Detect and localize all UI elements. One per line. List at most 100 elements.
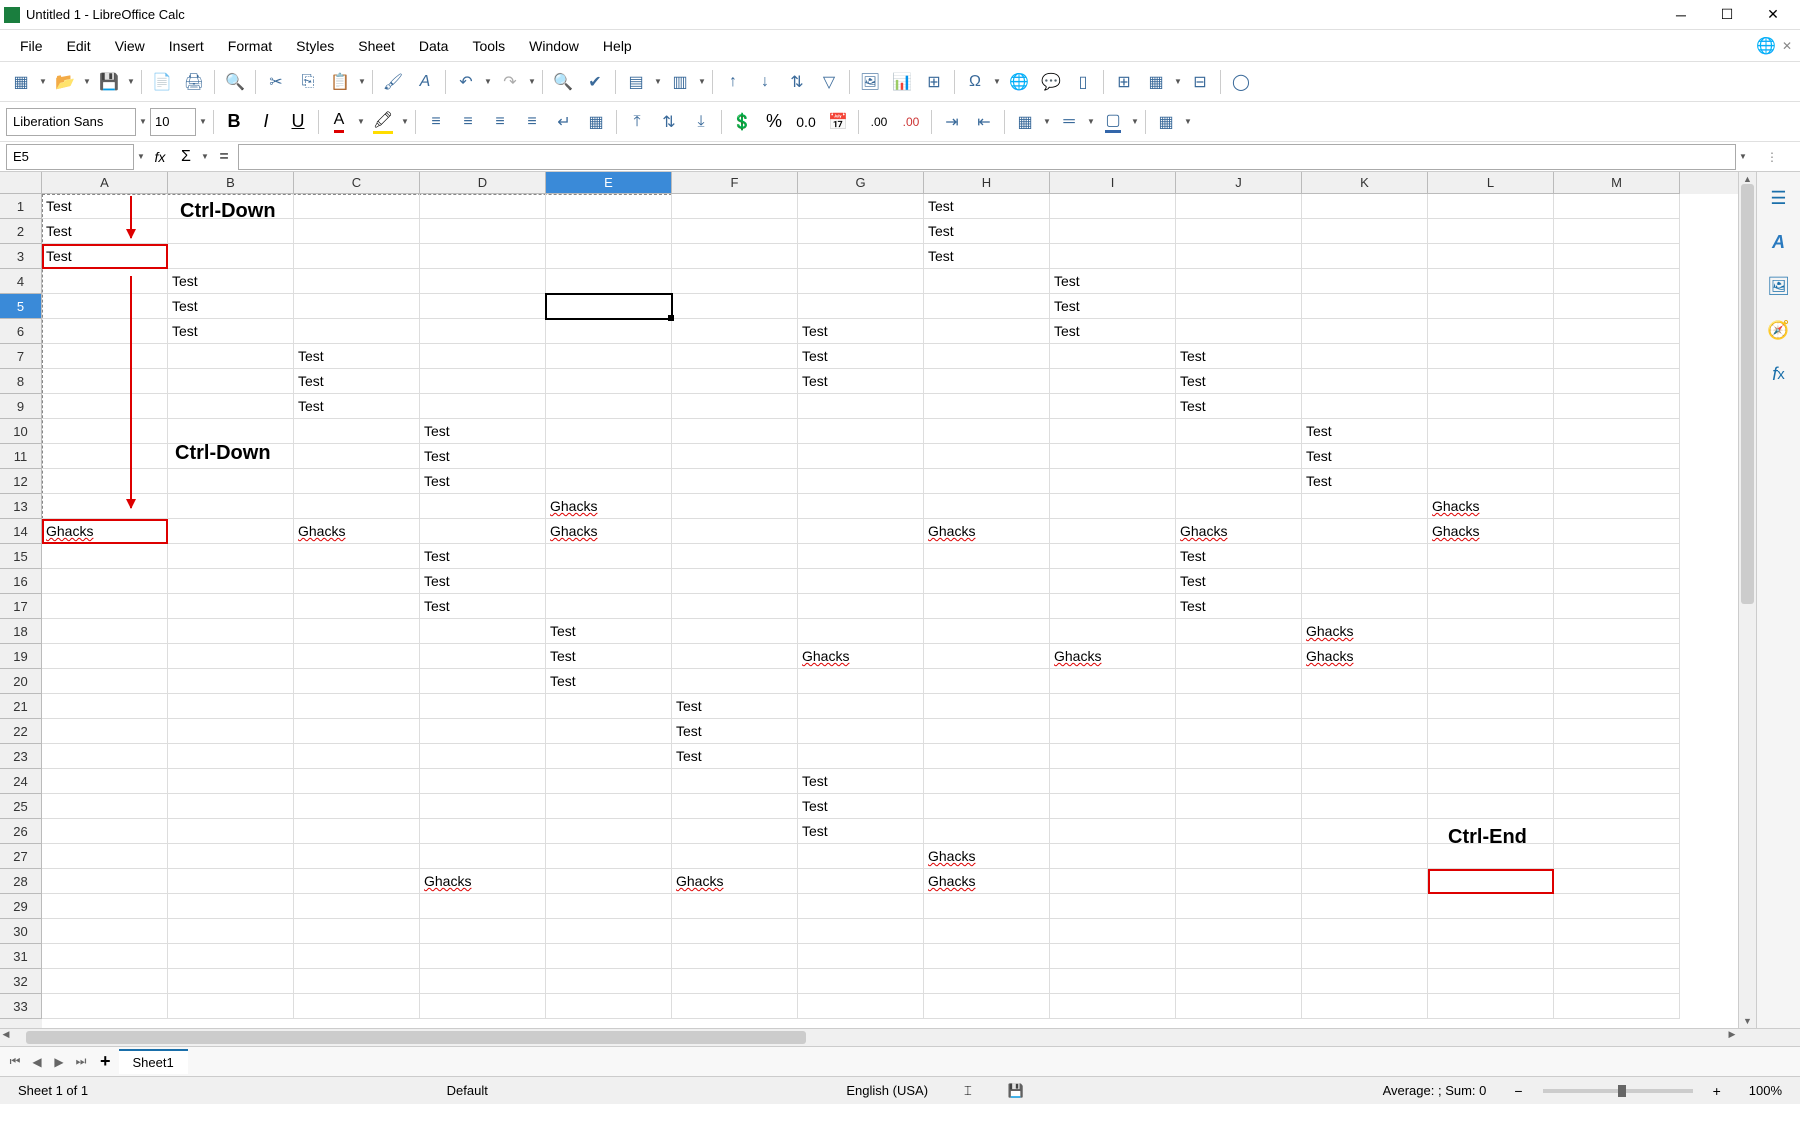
cell[interactable]	[546, 369, 672, 394]
cell[interactable]	[1302, 894, 1428, 919]
cell[interactable]	[168, 194, 294, 219]
formula-input[interactable]	[238, 144, 1736, 170]
cell[interactable]	[924, 669, 1050, 694]
cell[interactable]	[798, 219, 924, 244]
cell[interactable]	[924, 544, 1050, 569]
percent-button[interactable]: %	[759, 107, 789, 137]
column-header-F[interactable]: F	[672, 172, 798, 194]
cell[interactable]	[1050, 569, 1176, 594]
cell[interactable]	[420, 194, 546, 219]
cell[interactable]	[294, 744, 420, 769]
cell[interactable]	[1176, 319, 1302, 344]
cell[interactable]	[546, 394, 672, 419]
cell[interactable]	[1428, 269, 1554, 294]
highlight-button[interactable]: 🖍	[368, 107, 398, 137]
header-footer-button[interactable]: ▯	[1068, 67, 1098, 97]
freeze-dropdown[interactable]: ▼	[1173, 77, 1183, 86]
cell[interactable]	[546, 794, 672, 819]
align-right-button[interactable]: ≡	[485, 107, 515, 137]
font-size-dropdown[interactable]: ▼	[198, 117, 208, 126]
hscroll-thumb[interactable]	[26, 1031, 806, 1044]
cell[interactable]	[1176, 494, 1302, 519]
cell[interactable]	[420, 519, 546, 544]
cell[interactable]	[42, 719, 168, 744]
cell[interactable]	[672, 644, 798, 669]
cell[interactable]	[42, 444, 168, 469]
sort-asc-button[interactable]: ↑	[718, 67, 748, 97]
cell[interactable]	[294, 419, 420, 444]
cell[interactable]	[1176, 894, 1302, 919]
cell[interactable]	[924, 744, 1050, 769]
menu-tools[interactable]: Tools	[460, 32, 517, 60]
cell[interactable]: Test	[294, 344, 420, 369]
cell[interactable]	[1050, 669, 1176, 694]
cell[interactable]	[798, 294, 924, 319]
status-language[interactable]: English (USA)	[838, 1083, 936, 1098]
cell[interactable]	[798, 594, 924, 619]
sum-dropdown[interactable]: ▼	[200, 152, 210, 161]
cell[interactable]: Ghacks	[546, 519, 672, 544]
cell[interactable]: Test	[168, 319, 294, 344]
cell[interactable]	[42, 894, 168, 919]
cell[interactable]	[420, 244, 546, 269]
cell[interactable]	[1050, 969, 1176, 994]
cell[interactable]	[420, 369, 546, 394]
cell[interactable]	[294, 644, 420, 669]
cell[interactable]	[1554, 644, 1680, 669]
cell[interactable]	[924, 619, 1050, 644]
cell[interactable]	[924, 994, 1050, 1019]
align-left-button[interactable]: ≡	[421, 107, 451, 137]
cell[interactable]	[1050, 544, 1176, 569]
cell[interactable]	[546, 769, 672, 794]
cell[interactable]	[672, 469, 798, 494]
cell[interactable]	[546, 919, 672, 944]
cell[interactable]	[42, 844, 168, 869]
cell[interactable]	[1554, 619, 1680, 644]
cell[interactable]	[1176, 469, 1302, 494]
new-button[interactable]: ▦	[6, 67, 36, 97]
cell[interactable]	[546, 819, 672, 844]
cell[interactable]	[42, 469, 168, 494]
cell[interactable]	[798, 844, 924, 869]
cell-reference-input[interactable]	[6, 144, 134, 170]
cell[interactable]: Ghacks	[672, 869, 798, 894]
autofilter-button[interactable]: ▽	[814, 67, 844, 97]
cell[interactable]	[1428, 819, 1554, 844]
menu-sheet[interactable]: Sheet	[346, 32, 407, 60]
cell[interactable]	[420, 944, 546, 969]
cell[interactable]	[42, 819, 168, 844]
cell[interactable]	[1554, 369, 1680, 394]
scroll-left-icon[interactable]: ◀	[0, 1029, 12, 1046]
cell[interactable]	[924, 419, 1050, 444]
row-header-29[interactable]: 29	[0, 894, 42, 919]
cell[interactable]	[672, 444, 798, 469]
new-dropdown[interactable]: ▼	[38, 77, 48, 86]
sidebar-toggle[interactable]: ⋮	[1750, 150, 1794, 164]
cell[interactable]	[546, 294, 672, 319]
cut-button[interactable]: ✂	[261, 67, 291, 97]
tab-next-button[interactable]: ▶	[48, 1051, 70, 1073]
cell[interactable]	[1554, 244, 1680, 269]
cell[interactable]	[168, 719, 294, 744]
cell[interactable]	[168, 369, 294, 394]
cell[interactable]: Test	[546, 619, 672, 644]
zoom-in-button[interactable]: +	[1713, 1083, 1721, 1099]
cell[interactable]: Ghacks	[294, 519, 420, 544]
cell[interactable]: Test	[1176, 569, 1302, 594]
cell[interactable]: Ghacks	[924, 519, 1050, 544]
cell[interactable]	[1176, 994, 1302, 1019]
merge-cells-button[interactable]: ▦	[581, 107, 611, 137]
cell[interactable]	[294, 819, 420, 844]
cell[interactable]	[420, 794, 546, 819]
cell[interactable]	[672, 369, 798, 394]
cell[interactable]	[924, 794, 1050, 819]
cell[interactable]	[1554, 444, 1680, 469]
formula-expand[interactable]: ▼	[1738, 152, 1748, 161]
cell[interactable]	[1050, 244, 1176, 269]
cell[interactable]	[924, 694, 1050, 719]
cell[interactable]	[420, 619, 546, 644]
row-header-6[interactable]: 6	[0, 319, 42, 344]
cell[interactable]	[294, 494, 420, 519]
row-header-20[interactable]: 20	[0, 669, 42, 694]
cell[interactable]	[798, 919, 924, 944]
